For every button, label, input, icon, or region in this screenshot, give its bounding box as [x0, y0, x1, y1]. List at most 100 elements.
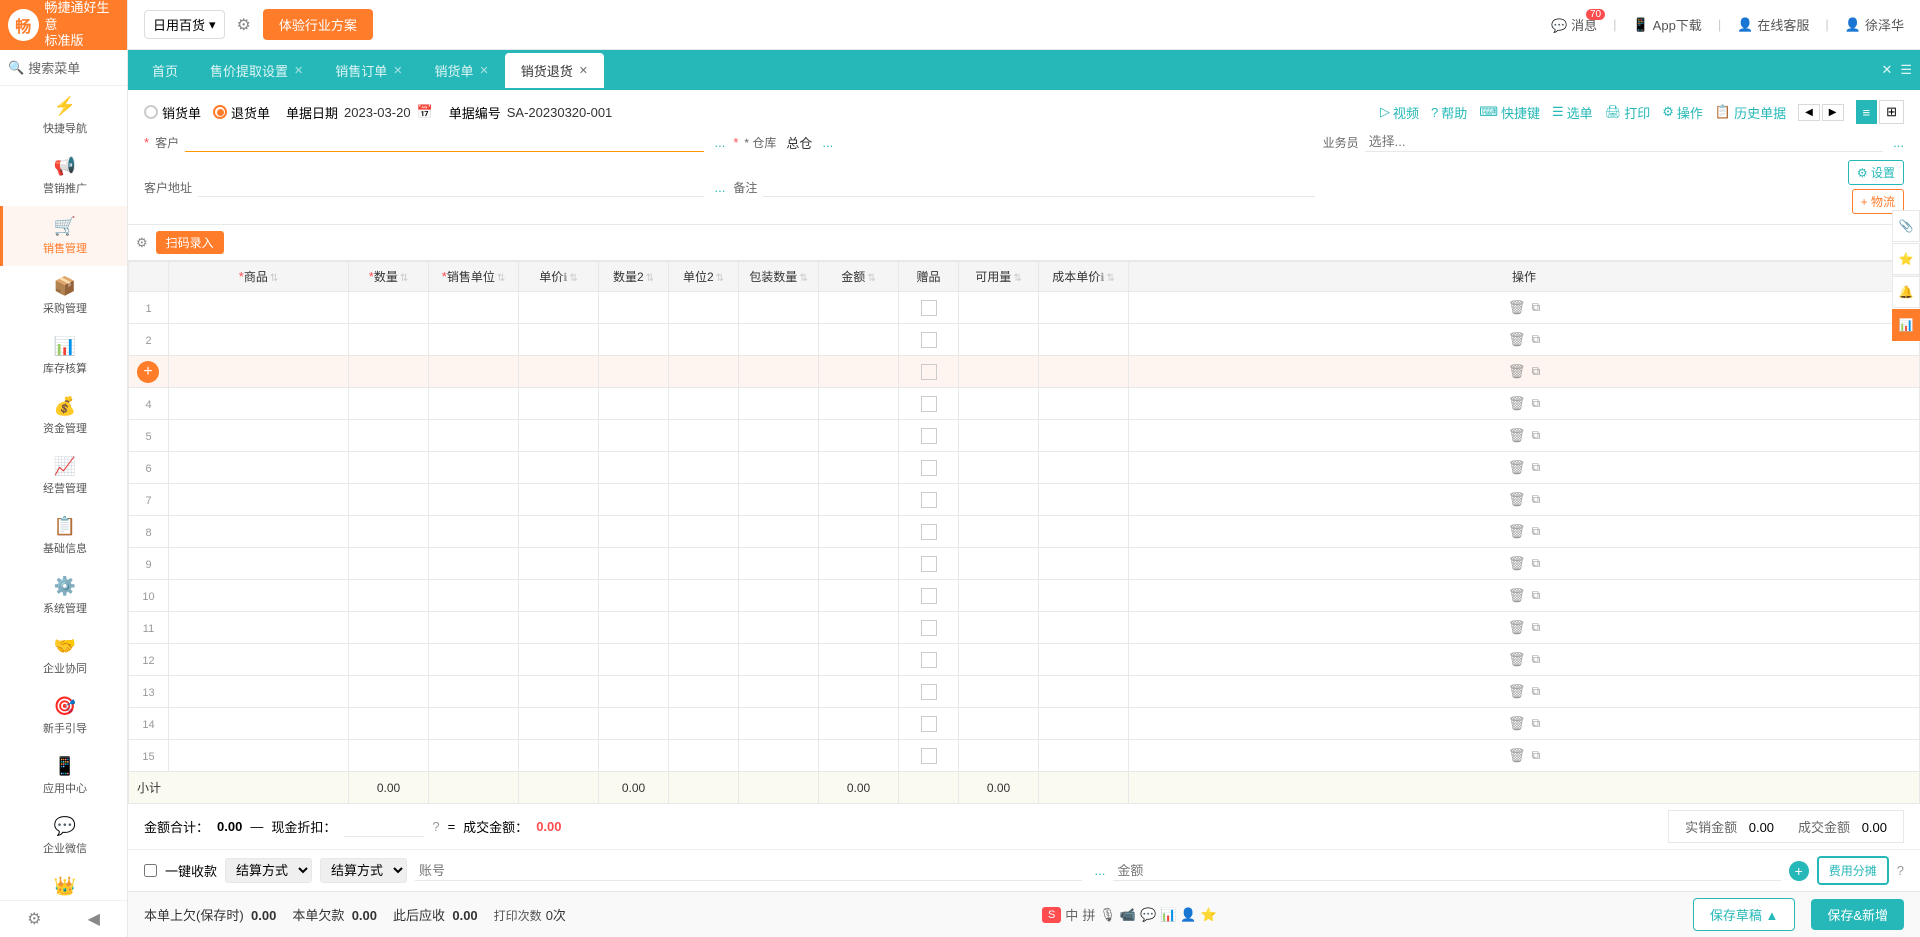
topbar-gear-icon[interactable]: ⚙ [237, 15, 251, 35]
unit-cell-1[interactable] [429, 292, 519, 324]
price-cell-7[interactable] [519, 484, 599, 516]
unit2-cell-2[interactable] [669, 324, 739, 356]
cost-cell-1[interactable] [1039, 292, 1129, 324]
calendar-icon[interactable]: 📅 [417, 104, 433, 120]
pack-cell-4[interactable] [739, 388, 819, 420]
product-cell-15[interactable] [169, 740, 349, 772]
price-cell-10[interactable] [519, 580, 599, 612]
date-value[interactable]: 2023-03-20 [344, 105, 411, 120]
cost-cell-3[interactable] [1039, 356, 1129, 388]
price-cell-9[interactable] [519, 548, 599, 580]
delete-btn-3[interactable]: 🗑 [1508, 363, 1526, 380]
delete-btn-2[interactable]: 🗑 [1508, 331, 1526, 348]
sidebar-item-apps[interactable]: 📱应用中心 [0, 746, 127, 806]
pack-cell-5[interactable] [739, 420, 819, 452]
qty2-cell-2[interactable] [599, 324, 669, 356]
unit-cell-15[interactable] [429, 740, 519, 772]
unit-cell-3[interactable] [429, 356, 519, 388]
copy-btn-11[interactable]: ⧉ [1532, 619, 1541, 636]
tab-close-icon[interactable]: ✕ [294, 64, 303, 77]
customer-input[interactable] [185, 132, 704, 152]
payment-amount-input[interactable] [1113, 861, 1780, 881]
available-cell-8[interactable] [959, 516, 1039, 548]
qty2-cell-13[interactable] [599, 676, 669, 708]
fee-help-icon[interactable]: ? [1897, 863, 1904, 878]
tab-close-icon[interactable]: ✕ [579, 64, 588, 77]
account-input[interactable] [415, 861, 1082, 881]
qty-cell-15[interactable] [349, 740, 429, 772]
gift-checkbox-8[interactable] [921, 524, 937, 540]
right-panel-icon-1[interactable]: 📎 [1892, 210, 1920, 242]
unit-cell-8[interactable] [429, 516, 519, 548]
pack-cell-12[interactable] [739, 644, 819, 676]
qty2-cell-8[interactable] [599, 516, 669, 548]
fee-btn[interactable]: 费用分摊 [1817, 856, 1889, 885]
qty2-cell-1[interactable] [599, 292, 669, 324]
product-cell-3[interactable] [169, 356, 349, 388]
product-cell-1[interactable] [169, 292, 349, 324]
price-cell-5[interactable] [519, 420, 599, 452]
unit2-cell-9[interactable] [669, 548, 739, 580]
available-cell-14[interactable] [959, 708, 1039, 740]
cost-cell-5[interactable] [1039, 420, 1129, 452]
qty-cell-11[interactable] [349, 612, 429, 644]
pack-cell-10[interactable] [739, 580, 819, 612]
available-cell-6[interactable] [959, 452, 1039, 484]
sidebar-item-guide[interactable]: 🎯新手引导 [0, 686, 127, 746]
qty-cell-10[interactable] [349, 580, 429, 612]
unit2-cell-1[interactable] [669, 292, 739, 324]
available-cell-2[interactable] [959, 324, 1039, 356]
sidebar-item-system[interactable]: ⚙️系统管理 [0, 566, 127, 626]
delete-btn-4[interactable]: 🗑 [1508, 395, 1526, 412]
input-method-icon[interactable]: S [1042, 907, 1061, 923]
shortcut-btn[interactable]: ⌨ 快捷键 [1479, 103, 1540, 122]
amount-cell-2[interactable] [819, 324, 899, 356]
qty-cell-5[interactable] [349, 420, 429, 452]
unit2-cell-3[interactable] [669, 356, 739, 388]
pack-cell-6[interactable] [739, 452, 819, 484]
topbar-online-service[interactable]: 👤 在线客服 [1737, 15, 1809, 34]
discount-help-icon[interactable]: ? [432, 819, 439, 834]
print-btn[interactable]: 🖨 打印 [1605, 103, 1651, 122]
gift-checkbox-14[interactable] [921, 716, 937, 732]
qty2-cell-3[interactable] [599, 356, 669, 388]
cost-cell-8[interactable] [1039, 516, 1129, 548]
qty-cell-2[interactable] [349, 324, 429, 356]
copy-btn-2[interactable]: ⧉ [1532, 331, 1541, 348]
copy-btn-12[interactable]: ⧉ [1532, 651, 1541, 668]
price-cell-6[interactable] [519, 452, 599, 484]
gift-checkbox-12[interactable] [921, 652, 937, 668]
amount-cell-7[interactable] [819, 484, 899, 516]
pack-cell-11[interactable] [739, 612, 819, 644]
unit2-cell-12[interactable] [669, 644, 739, 676]
qty2-cell-7[interactable] [599, 484, 669, 516]
tab-售价提取设置[interactable]: 售价提取设置✕ [194, 53, 319, 88]
wubi-icon[interactable]: 🎙 [1099, 907, 1116, 923]
next-arrow[interactable]: ▶ [1822, 104, 1844, 121]
unit2-cell-15[interactable] [669, 740, 739, 772]
qty-cell-12[interactable] [349, 644, 429, 676]
copy-btn-13[interactable]: ⧉ [1532, 683, 1541, 700]
video-footer-icon[interactable]: 📹 [1120, 907, 1136, 923]
scan-btn[interactable]: 扫码录入 [156, 231, 224, 254]
gift-checkbox-11[interactable] [921, 620, 937, 636]
gift-checkbox-3[interactable] [921, 364, 937, 380]
collapse-icon[interactable]: ◀ [88, 909, 100, 929]
unit-cell-10[interactable] [429, 580, 519, 612]
amount-cell-5[interactable] [819, 420, 899, 452]
qty-cell-9[interactable] [349, 548, 429, 580]
unit-cell-2[interactable] [429, 324, 519, 356]
table-settings-icon[interactable]: ⚙ [136, 235, 148, 251]
copy-btn-6[interactable]: ⧉ [1532, 459, 1541, 476]
onepay-checkbox[interactable] [144, 864, 157, 877]
gift-checkbox-13[interactable] [921, 684, 937, 700]
topbar-category-select[interactable]: 日用百货 ▾ [144, 10, 225, 39]
sidebar-item-member[interactable]: 👑畅会员 [0, 866, 127, 900]
price-cell-3[interactable] [519, 356, 599, 388]
right-panel-icon-4[interactable]: 📊 [1892, 309, 1920, 341]
sidebar-item-wechat[interactable]: 💬企业微信 [0, 806, 127, 866]
tab-首页[interactable]: 首页 [136, 53, 194, 88]
tab-销货退货[interactable]: 销货退货✕ [505, 53, 604, 88]
price-cell-8[interactable] [519, 516, 599, 548]
price-cell-13[interactable] [519, 676, 599, 708]
